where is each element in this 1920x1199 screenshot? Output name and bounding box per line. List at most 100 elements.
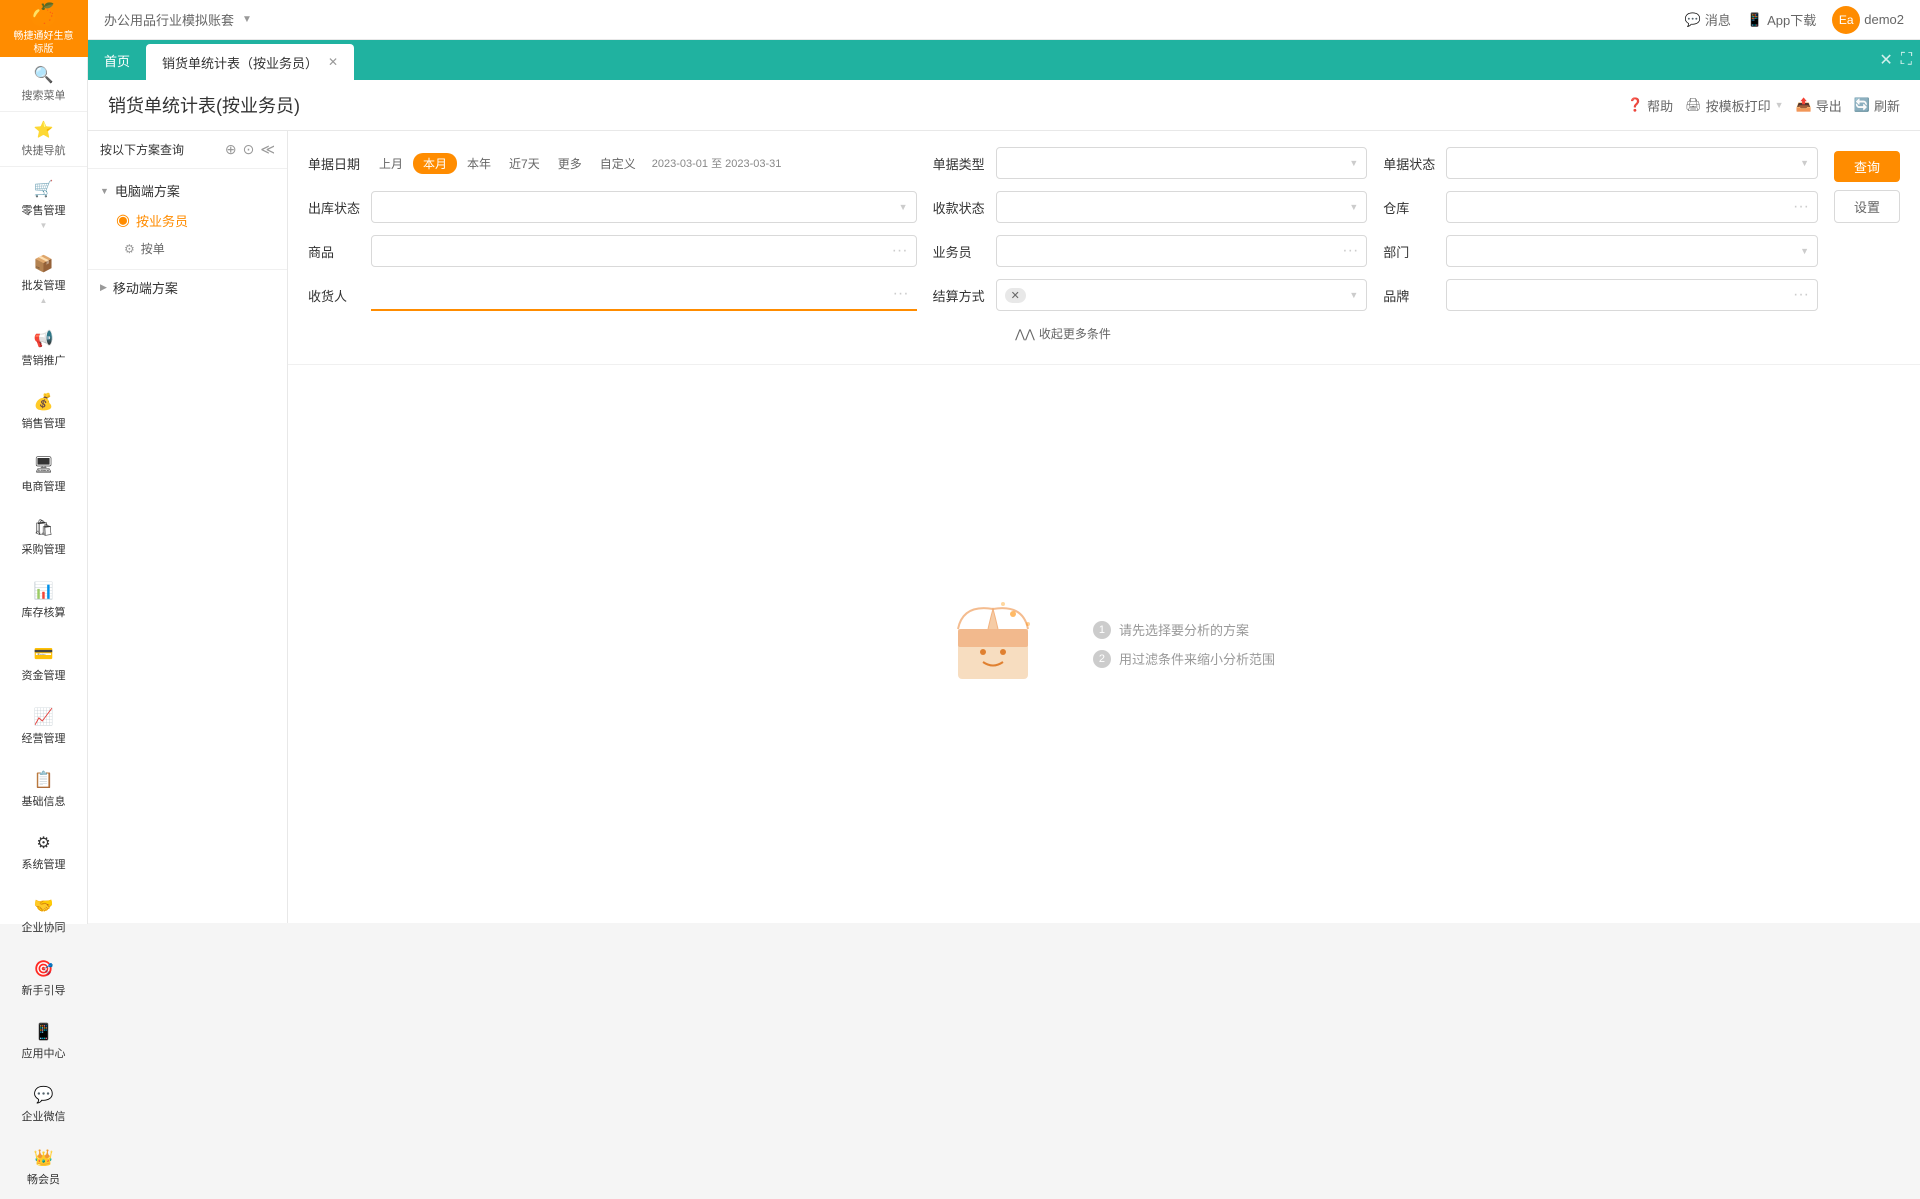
active-scheme-icon: ◉ <box>116 210 130 230</box>
user-name: demo2 <box>1864 12 1904 27</box>
export-button[interactable]: 📤 导出 <box>1796 96 1842 115</box>
sidebar-item-marketing[interactable]: 📢 营销推广 <box>0 317 87 380</box>
sidebar-item-search-menu[interactable]: 🔍 搜索菜单 <box>0 57 87 112</box>
receipt-status-label: 收款状态 <box>933 198 988 217</box>
sidebar-item-retail[interactable]: 🛒 零售管理 ▼ <box>0 167 87 242</box>
doc-type-label: 单据类型 <box>933 154 988 173</box>
empty-tip-2: 2 用过滤条件来缩小分析范围 <box>1093 649 1275 668</box>
messages-button[interactable]: 💬 消息 <box>1685 10 1731 29</box>
scheme-group-desktop-title[interactable]: ▼ 电脑端方案 <box>88 177 287 204</box>
collapse-bar[interactable]: ⋀⋀ 收起更多条件 <box>308 319 1818 348</box>
receipt-status-select[interactable]: ▼ <box>996 191 1368 223</box>
sub-icon: ⚙ <box>124 242 135 256</box>
sidebar-item-wholesale[interactable]: 📦 批发管理 ▲ <box>0 242 87 317</box>
filter-area: 单据日期 上月 本月 本年 近7天 更多 自定义 <box>288 131 1920 365</box>
page-title: 销货单统计表(按业务员) <box>108 92 300 118</box>
sidebar-item-app-center[interactable]: 📱 应用中心 <box>0 1010 87 1073</box>
sidebar-item-system[interactable]: ⚙ 系统管理 <box>0 821 87 884</box>
date-tab-this-year[interactable]: 本年 <box>459 153 499 174</box>
app-logo: 🍊 畅捷通好生意 标版 <box>0 0 88 57</box>
content-area: 销货单统计表(按业务员) ❓ 帮助 🖨 按模板打印 ▼ 📤 导出 🔄 刷新 <box>88 80 1920 924</box>
tip-text-2: 用过滤条件来缩小分析范围 <box>1119 649 1275 668</box>
settle-method-select[interactable]: ✕ ▼ <box>996 279 1368 311</box>
salesperson-select[interactable]: ··· <box>996 235 1368 267</box>
doc-type-chevron: ▼ <box>1349 158 1358 168</box>
mobile-group-label: 移动端方案 <box>113 278 178 297</box>
dept-label: 部门 <box>1383 242 1438 261</box>
doc-status-select[interactable]: ▼ <box>1446 147 1818 179</box>
app-download-button[interactable]: 📱 App下载 <box>1747 10 1816 29</box>
add-scheme-icon[interactable]: ⊕ <box>225 141 237 158</box>
sidebar-item-operation[interactable]: 📈 经营管理 <box>0 695 87 758</box>
tab-expand-icon[interactable]: ⛶ <box>1901 51 1912 69</box>
settings-button[interactable]: 设置 <box>1834 190 1900 223</box>
receiver-input[interactable]: ··· <box>371 279 917 311</box>
out-status-label: 出库状态 <box>308 198 363 217</box>
out-status-select[interactable]: ▼ <box>371 191 917 223</box>
tab-close-icon[interactable]: ✕ <box>328 55 338 69</box>
empty-state: 1 请先选择要分析的方案 2 用过滤条件来缩小分析范围 <box>288 365 1920 923</box>
account-selector[interactable]: 办公用品行业模拟账套 <box>104 10 234 29</box>
scheme-sub-by-order[interactable]: ⚙ 按单 <box>88 236 287 261</box>
collapse-up-icon: ⋀⋀ <box>1015 327 1035 341</box>
settings-scheme-icon[interactable]: ⊙ <box>243 141 255 158</box>
settle-method-tag-close[interactable]: ✕ <box>1011 289 1020 302</box>
collapse-scheme-icon[interactable]: ≪ <box>260 141 275 158</box>
sidebar-item-inventory[interactable]: 📊 库存核算 <box>0 569 87 632</box>
refresh-icon: 🔄 <box>1854 97 1870 113</box>
receiver-label: 收货人 <box>308 286 363 305</box>
sidebar: 🍊 畅捷通好生意 标版 🔍 搜索菜单 ⭐ 快捷导航 🛒 零售管理 ▼ 📦 批发管… <box>0 0 88 924</box>
goods-dots: ··· <box>892 242 908 260</box>
brand-label: 品牌 <box>1383 286 1438 305</box>
sidebar-item-basics[interactable]: 📋 基础信息 <box>0 758 87 821</box>
filter-brand: 品牌 ··· <box>1383 279 1818 311</box>
dept-select[interactable]: ▼ <box>1446 235 1818 267</box>
date-tab-custom[interactable]: 自定义 <box>592 153 644 174</box>
collapse-label: 收起更多条件 <box>1039 325 1111 342</box>
settle-method-chevron: ▼ <box>1349 290 1358 300</box>
warehouse-dots: ··· <box>1793 198 1809 216</box>
date-tab-this-month[interactable]: 本月 <box>413 153 457 174</box>
filter-warehouse: 仓库 ··· <box>1383 191 1818 223</box>
date-controls: 上月 本月 本年 近7天 更多 自定义 2023-03-01 至 2023-03… <box>371 153 917 174</box>
tab-close-all-icon[interactable]: ✕ <box>1879 50 1892 70</box>
account-dropdown-icon[interactable]: ▼ <box>242 14 252 25</box>
sidebar-item-newbie[interactable]: 🎯 新手引导 <box>0 947 87 1010</box>
date-range: 2023-03-01 至 2023-03-31 <box>652 155 782 171</box>
empty-tips: 1 请先选择要分析的方案 2 用过滤条件来缩小分析范围 <box>1093 620 1275 668</box>
mobile-group-arrow: ▶ <box>100 282 107 293</box>
date-tabs: 上月 本月 本年 近7天 更多 自定义 <box>371 153 644 174</box>
sidebar-item-quick-nav[interactable]: ⭐ 快捷导航 <box>0 112 87 167</box>
template-print-button[interactable]: 🖨 按模板打印 ▼ <box>1685 96 1783 115</box>
help-button[interactable]: ❓ 帮助 <box>1627 96 1673 115</box>
sidebar-item-finance[interactable]: 💳 资金管理 <box>0 632 87 695</box>
brand-select[interactable]: ··· <box>1446 279 1818 311</box>
refresh-button[interactable]: 🔄 刷新 <box>1854 96 1900 115</box>
topbar-right: 💬 消息 📱 App下载 Ea demo2 <box>1685 6 1904 34</box>
goods-label: 商品 <box>308 242 363 261</box>
sidebar-item-sales[interactable]: 💰 销售管理 <box>0 380 87 443</box>
filter-receiver: 收货人 ··· <box>308 279 917 311</box>
salesperson-dots: ··· <box>1342 242 1358 260</box>
sidebar-item-ecommerce[interactable]: 🖥 电商管理 <box>0 443 87 506</box>
sidebar-item-wechat[interactable]: 💬 企业微信 <box>0 1073 87 1136</box>
sidebar-item-purchase[interactable]: 🛍 采购管理 <box>0 506 87 569</box>
scheme-group-mobile[interactable]: ▶ 移动端方案 <box>88 269 287 305</box>
date-tab-last-7-days[interactable]: 近7天 <box>501 153 548 174</box>
user-profile[interactable]: Ea demo2 <box>1832 6 1904 34</box>
date-tab-last-month[interactable]: 上月 <box>371 153 411 174</box>
warehouse-select[interactable]: ··· <box>1446 191 1818 223</box>
message-icon: 💬 <box>1685 12 1701 28</box>
date-tab-more[interactable]: 更多 <box>550 153 590 174</box>
tab-sales-stats[interactable]: 销货单统计表（按业务员） ✕ <box>146 44 354 80</box>
query-button[interactable]: 查询 <box>1834 151 1900 182</box>
doc-type-select[interactable]: ▼ <box>996 147 1368 179</box>
tab-home[interactable]: 首页 <box>88 40 146 80</box>
goods-select[interactable]: ··· <box>371 235 917 267</box>
sidebar-item-enterprise[interactable]: 🤝 企业协同 <box>0 884 87 947</box>
by-order-label: 按单 <box>141 240 165 257</box>
filter-receipt-status: 收款状态 ▼ <box>933 191 1368 223</box>
scheme-item-by-salesperson[interactable]: ◉ 按业务员 <box>88 204 287 236</box>
sidebar-item-member[interactable]: 👑 畅会员 <box>0 1136 87 1199</box>
filter-out-status: 出库状态 ▼ <box>308 191 917 223</box>
